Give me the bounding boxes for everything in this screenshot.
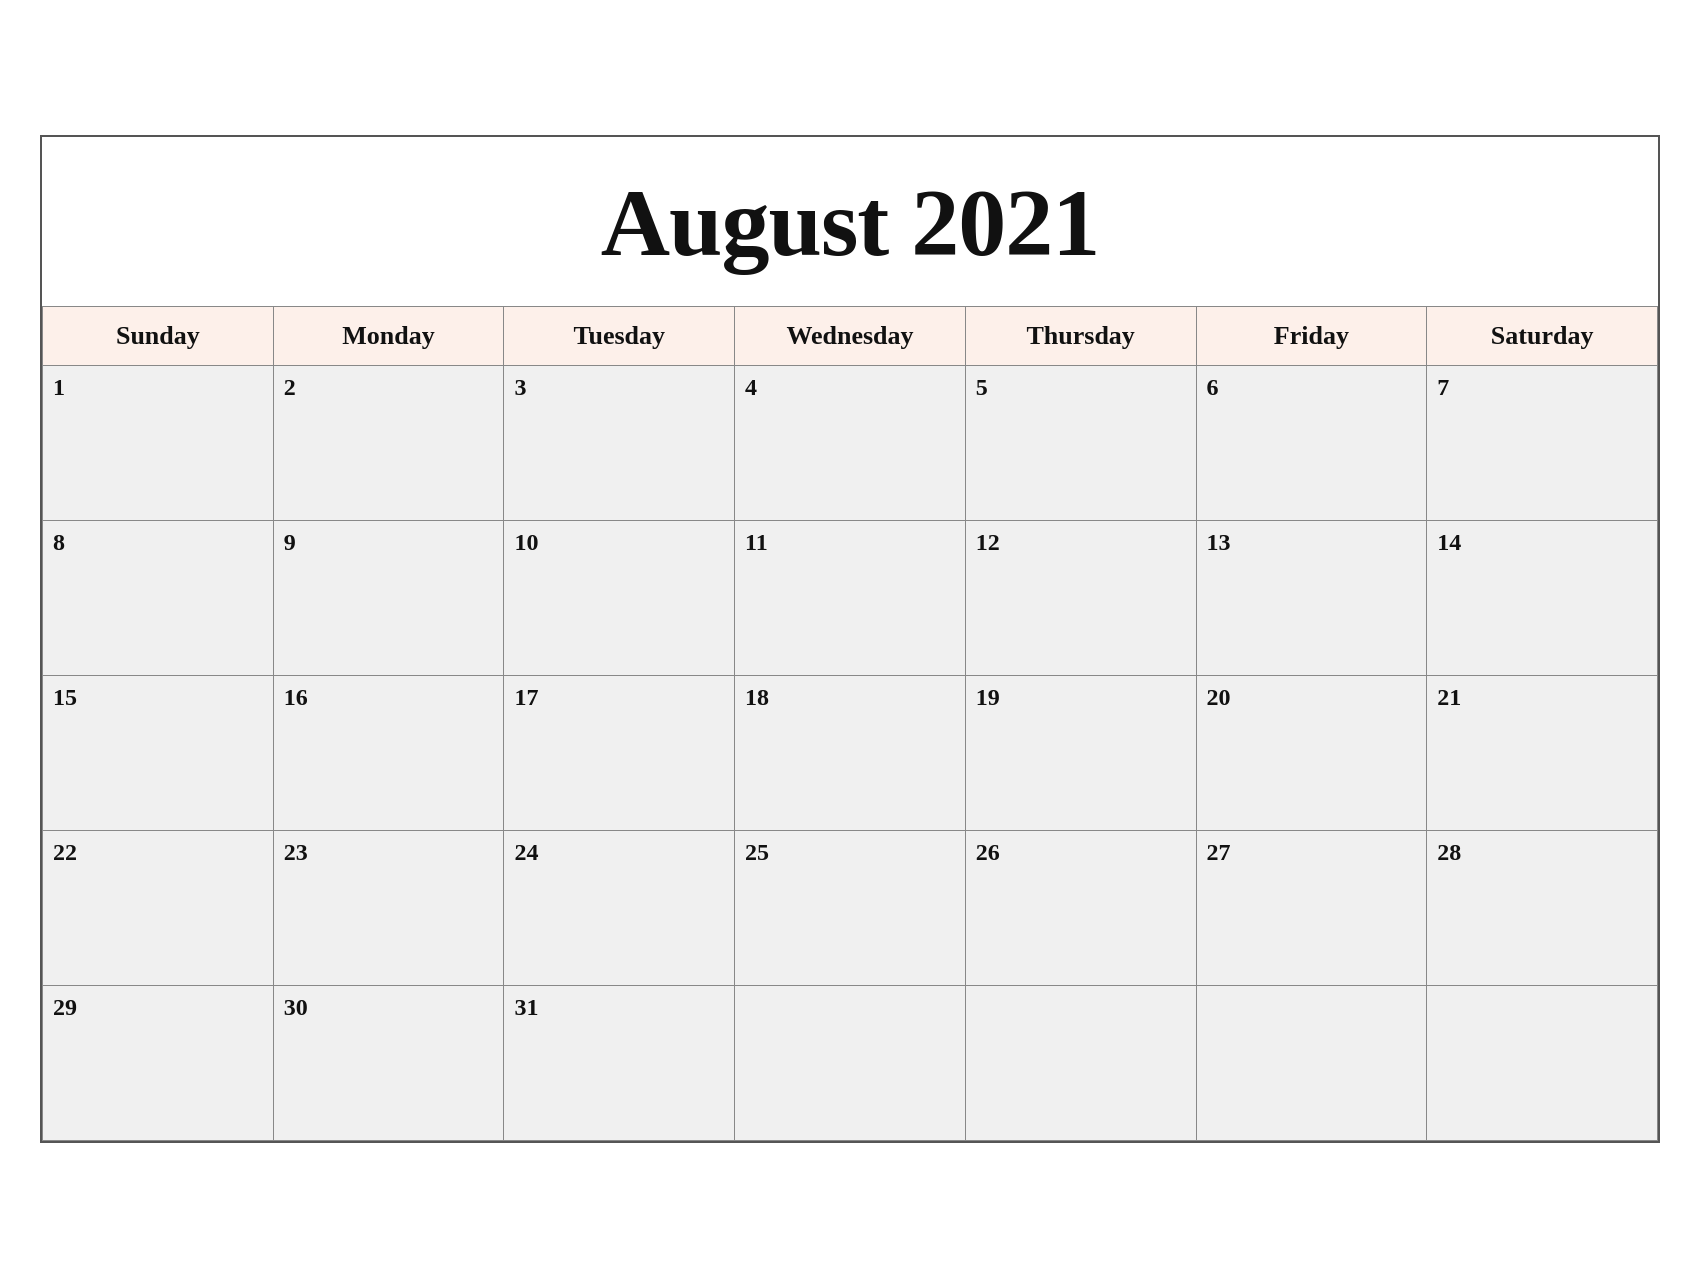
day-cell: 21: [1427, 676, 1658, 831]
calendar-week-row: 1234567: [43, 366, 1658, 521]
day-cell: 17: [504, 676, 735, 831]
day-cell: 15: [43, 676, 274, 831]
day-cell: 20: [1196, 676, 1427, 831]
day-header-thursday: Thursday: [965, 307, 1196, 366]
day-header-sunday: Sunday: [43, 307, 274, 366]
day-cell: 3: [504, 366, 735, 521]
day-header-wednesday: Wednesday: [735, 307, 966, 366]
day-cell: 6: [1196, 366, 1427, 521]
day-cell: 7: [1427, 366, 1658, 521]
calendar-header-row: SundayMondayTuesdayWednesdayThursdayFrid…: [43, 307, 1658, 366]
calendar-title: August 2021: [42, 137, 1658, 306]
day-cell: 13: [1196, 521, 1427, 676]
day-cell: 8: [43, 521, 274, 676]
calendar-grid: SundayMondayTuesdayWednesdayThursdayFrid…: [42, 306, 1658, 1141]
day-cell: 19: [965, 676, 1196, 831]
day-cell: 30: [273, 986, 504, 1141]
calendar-week-row: 891011121314: [43, 521, 1658, 676]
day-header-saturday: Saturday: [1427, 307, 1658, 366]
calendar-container: August 2021 SundayMondayTuesdayWednesday…: [40, 135, 1660, 1143]
day-cell: 18: [735, 676, 966, 831]
day-cell: 10: [504, 521, 735, 676]
day-header-tuesday: Tuesday: [504, 307, 735, 366]
empty-day-cell: [1427, 986, 1658, 1141]
day-cell: 2: [273, 366, 504, 521]
day-cell: 12: [965, 521, 1196, 676]
day-cell: 16: [273, 676, 504, 831]
day-cell: 23: [273, 831, 504, 986]
day-cell: 26: [965, 831, 1196, 986]
calendar-week-row: 22232425262728: [43, 831, 1658, 986]
day-cell: 5: [965, 366, 1196, 521]
day-cell: 1: [43, 366, 274, 521]
day-header-friday: Friday: [1196, 307, 1427, 366]
day-cell: 4: [735, 366, 966, 521]
day-cell: 24: [504, 831, 735, 986]
day-cell: 14: [1427, 521, 1658, 676]
day-cell: 29: [43, 986, 274, 1141]
empty-day-cell: [965, 986, 1196, 1141]
day-header-monday: Monday: [273, 307, 504, 366]
day-cell: 11: [735, 521, 966, 676]
day-cell: 9: [273, 521, 504, 676]
calendar-week-row: 15161718192021: [43, 676, 1658, 831]
day-cell: 27: [1196, 831, 1427, 986]
calendar-week-row: 293031: [43, 986, 1658, 1141]
day-cell: 31: [504, 986, 735, 1141]
empty-day-cell: [735, 986, 966, 1141]
empty-day-cell: [1196, 986, 1427, 1141]
day-cell: 28: [1427, 831, 1658, 986]
day-cell: 25: [735, 831, 966, 986]
day-cell: 22: [43, 831, 274, 986]
